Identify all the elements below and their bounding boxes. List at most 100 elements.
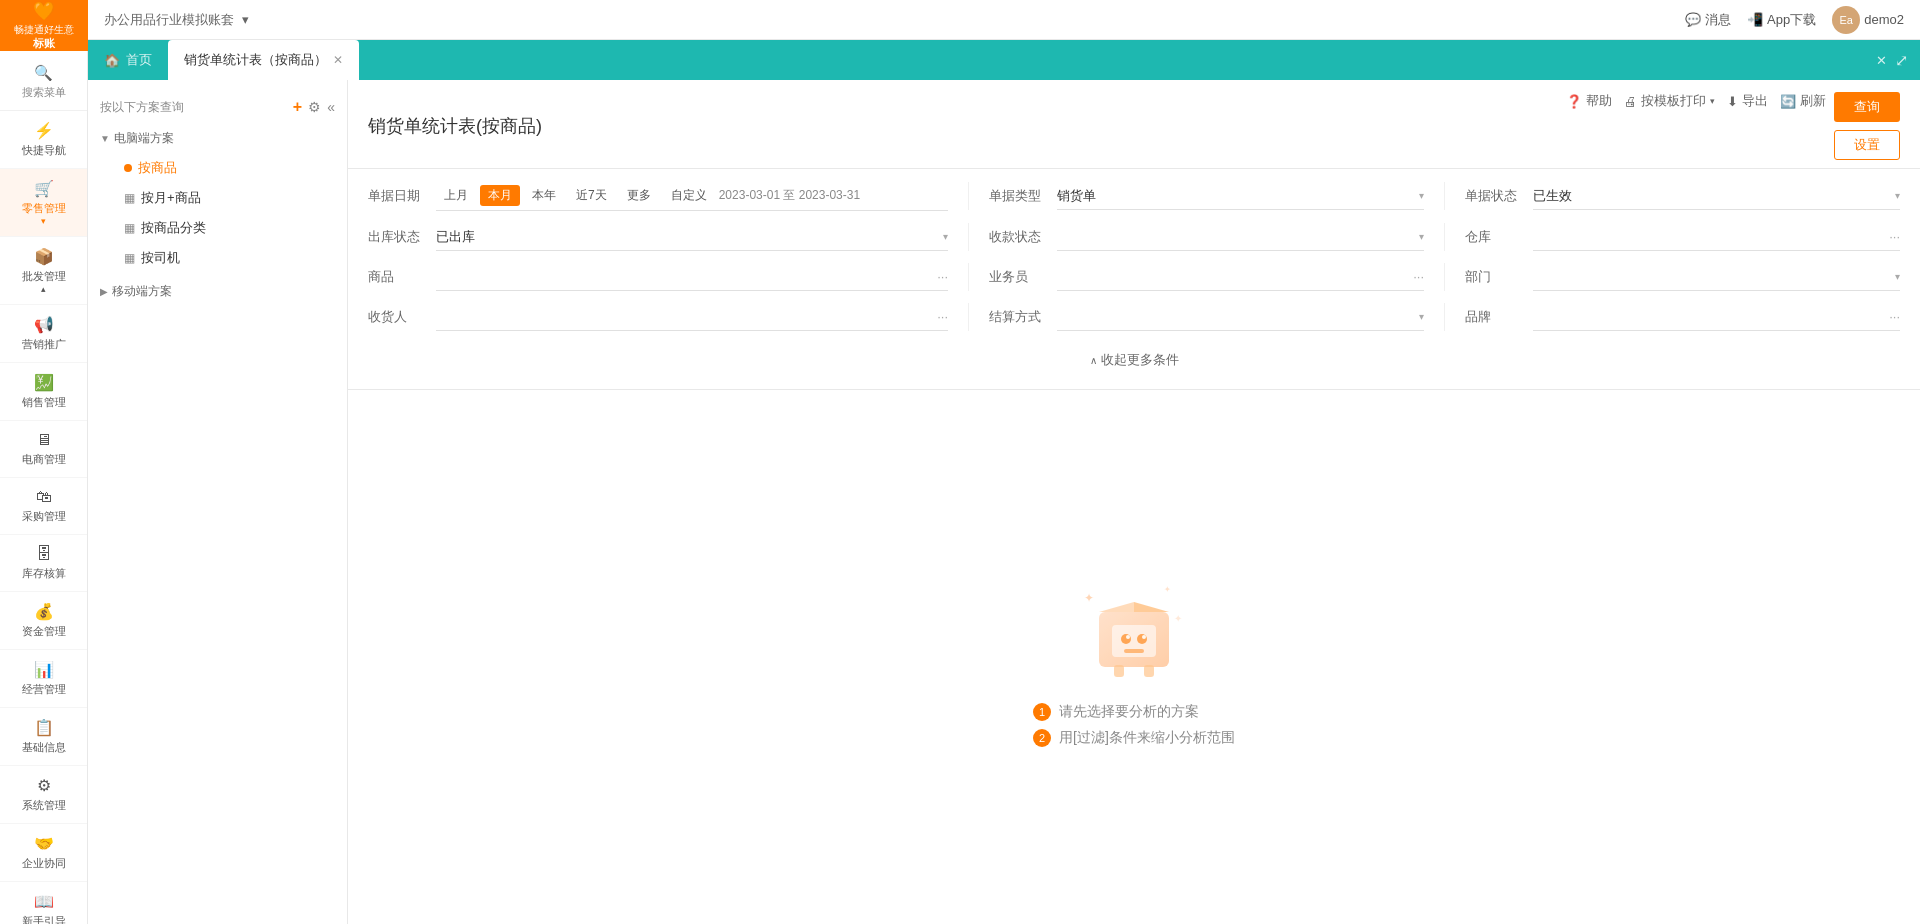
tip-1-number: 1 [1033,703,1051,721]
sidebar-item-quick-nav[interactable]: ⚡ 快捷导航 [0,111,87,169]
status-value[interactable]: 已生效 ▾ [1533,182,1900,210]
type-dropdown-icon: ▾ [1419,190,1424,201]
status-select[interactable]: 已生效 ▾ [1533,187,1900,205]
marketing-icon: 📢 [34,315,54,334]
help-btn[interactable]: ❓ 帮助 [1566,92,1612,110]
outstock-value[interactable]: 已出库 ▾ [436,223,948,251]
scheme-section-mobile[interactable]: ▶ 移动端方案 [88,277,347,306]
sidebar-item-marketing[interactable]: 📢 营销推广 [0,305,87,363]
scheme-item-by-month-product[interactable]: ▦ 按月+商品 [88,183,347,213]
salesman-value[interactable]: ··· [1057,263,1424,291]
sidebar-item-retail[interactable]: 🛒 零售管理 ▾ [0,169,87,237]
type-value[interactable]: 销货单 ▾ [1057,182,1424,210]
brand-dots[interactable]: ··· [1889,309,1900,324]
driver-icon: ▦ [124,251,135,265]
tab-home[interactable]: 🏠 首页 [88,40,168,80]
export-btn[interactable]: ⬇ 导出 [1727,92,1768,110]
receiver-label: 收货人 [368,308,428,326]
help-label: 帮助 [1586,92,1612,110]
sidebar-item-basic[interactable]: 📋 基础信息 [0,708,87,766]
payment-value[interactable]: ▾ [1057,303,1424,331]
user-label: demo2 [1864,12,1904,27]
brand-value[interactable]: ··· [1533,303,1900,331]
receipt-value[interactable]: ▾ [1057,223,1424,251]
collapse-conditions-btn[interactable]: ∧ 收起更多条件 [368,343,1900,377]
filter-status: 单据状态 已生效 ▾ [1465,182,1900,210]
page-title: 销货单统计表(按商品) [368,114,542,138]
topbar-industry[interactable]: 办公用品行业模拟账套 ▾ [104,11,249,29]
receiver-dots[interactable]: ··· [937,309,948,324]
date-btn-this-year[interactable]: 本年 [524,185,564,206]
salesman-dots[interactable]: ··· [1413,269,1424,284]
tab-close-icon[interactable]: ✕ [333,53,343,67]
warehouse-value[interactable]: ··· [1533,223,1900,251]
date-btn-custom[interactable]: 自定义 [663,185,715,206]
scheme-item-by-driver[interactable]: ▦ 按司机 [88,243,347,273]
left-panel-add-btn[interactable]: + [293,98,302,116]
left-panel-settings-btn[interactable]: ⚙ [308,99,321,115]
tab-sales-stats[interactable]: 销货单统计表（按商品） ✕ [168,40,359,80]
setting-button[interactable]: 设置 [1834,130,1900,160]
date-options-group: 上月 本月 本年 近7天 更多 自定义 [436,185,715,206]
app-download-label: App下载 [1767,11,1816,29]
outstock-select[interactable]: 已出库 ▾ [436,228,948,246]
dept-value[interactable]: ▾ [1533,263,1900,291]
tab-sales-stats-label: 销货单统计表（按商品） [184,51,327,69]
sidebar-search[interactable]: 🔍 搜索菜单 [0,51,87,111]
brand-label: 品牌 [1465,308,1525,326]
content-area: 按以下方案查询 + ⚙ « ▼ 电脑端方案 按商品 ▦ 按月+商品 [88,80,1920,924]
print-btn[interactable]: 🖨 按模板打印 ▾ [1624,92,1715,110]
category-icon: ▦ [124,221,135,235]
date-btn-last-month[interactable]: 上月 [436,185,476,206]
sidebar-item-ecommerce[interactable]: 🖥 电商管理 [0,421,87,478]
app-download-btn[interactable]: 📲 App下载 [1747,11,1816,29]
date-btn-this-month[interactable]: 本月 [480,185,520,206]
receipt-select[interactable]: ▾ [1057,231,1424,242]
date-btn-7days[interactable]: 近7天 [568,185,615,206]
date-range-text: 2023-03-01 至 2023-03-31 [719,187,860,204]
sidebar-item-operations[interactable]: 📊 经营管理 [0,650,87,708]
scheme-section-pc[interactable]: ▼ 电脑端方案 [88,124,347,153]
type-select[interactable]: 销货单 ▾ [1057,187,1424,205]
query-button[interactable]: 查询 [1834,92,1900,122]
outstock-label: 出库状态 [368,228,428,246]
sidebar-item-tutorial[interactable]: 📖 新手引导 [0,882,87,924]
print-icon: 🖨 [1624,94,1637,109]
retail-icon: 🛒 [34,179,54,198]
sidebar-item-inventory[interactable]: 🗄 库存核算 [0,535,87,592]
product-value[interactable]: ··· [436,263,948,291]
filter-brand: 品牌 ··· [1465,303,1900,331]
app-logo[interactable]: 🧡 畅捷通好生意 标账 [0,0,88,51]
industry-label: 办公用品行业模拟账套 [104,11,234,29]
empty-state: ✦ ✦ ✦ 1 请先选择要分析的方案 2 用[过滤]条件来缩小分析范围 [348,390,1920,924]
sidebar-item-system[interactable]: ⚙ 系统管理 [0,766,87,824]
tab-expand-icon[interactable]: ⤢ [1895,51,1908,70]
sidebar-item-enterprise[interactable]: 🤝 企业协同 [0,824,87,882]
filter-divider-7 [968,303,969,331]
scheme-item-by-category[interactable]: ▦ 按商品分类 [88,213,347,243]
status-dropdown-icon: ▾ [1895,190,1900,201]
refresh-btn[interactable]: 🔄 刷新 [1780,92,1826,110]
product-dots[interactable]: ··· [937,269,948,284]
filter-divider-8 [1444,303,1445,331]
payment-select[interactable]: ▾ [1057,311,1424,322]
sidebar-item-wholesale[interactable]: 📦 批发管理 ▴ [0,237,87,305]
tab-close-all-icon[interactable]: ✕ [1876,53,1887,68]
filter-product: 商品 ··· [368,263,948,291]
user-profile[interactable]: Ea demo2 [1832,6,1904,34]
topbar-right: 💬 消息 📲 App下载 Ea demo2 [1685,6,1904,34]
date-btn-more[interactable]: 更多 [619,185,659,206]
scheme-item-by-product[interactable]: 按商品 [88,153,347,183]
left-panel-collapse-btn[interactable]: « [327,99,335,115]
export-icon: ⬇ [1727,94,1738,109]
sidebar-item-sales[interactable]: 💹 销售管理 [0,363,87,421]
message-btn[interactable]: 💬 消息 [1685,11,1731,29]
empty-illustration: ✦ ✦ ✦ [1074,567,1194,687]
dept-select[interactable]: ▾ [1533,271,1900,282]
receiver-value[interactable]: ··· [436,303,948,331]
sidebar-item-finance[interactable]: 💰 资金管理 [0,592,87,650]
sidebar-item-purchase[interactable]: 🛍 采购管理 [0,478,87,535]
warehouse-dots[interactable]: ··· [1889,229,1900,244]
operations-icon: 📊 [34,660,54,679]
print-label: 按模板打印 [1641,92,1706,110]
